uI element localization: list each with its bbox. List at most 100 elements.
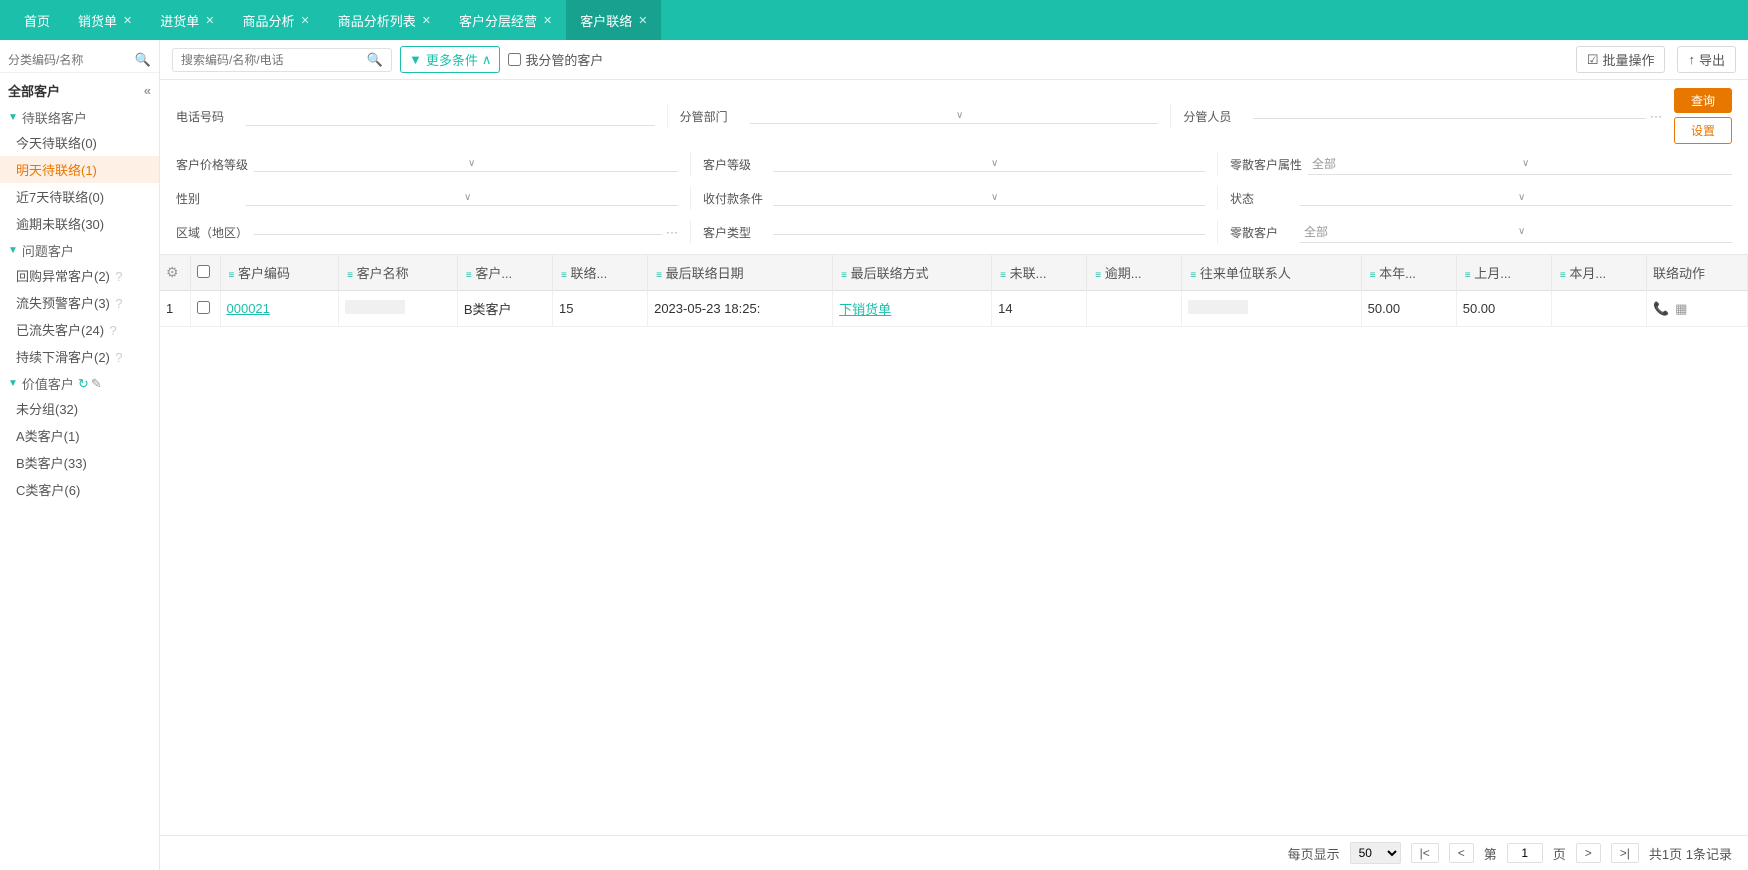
gender-chevron-icon: ∨ <box>464 192 674 203</box>
my-customers-checkbox-label[interactable]: 我分管的客户 <box>508 50 603 69</box>
sidebar-item-ungrouped[interactable]: 未分组(32) <box>0 395 159 422</box>
filter-retail-attr-select[interactable]: 全部 ∨ <box>1308 153 1732 175</box>
cell-company-contacts <box>1182 291 1361 327</box>
filter-status: 状态 ∨ <box>1230 190 1732 207</box>
close-product-analysis-list-icon[interactable]: ✕ <box>422 14 431 27</box>
nav-sales-order[interactable]: 销货单 ✕ <box>64 0 146 40</box>
sort-icon-nc: ≡ <box>1000 270 1006 281</box>
customer-table: ⚙ ≡ 客户编码 ≡ 客户名称 ≡ 客户... ≡ 联络... ≡ 最后联络日期… <box>160 255 1748 327</box>
cell-contacts: 15 <box>552 291 647 327</box>
filter-retail-customer-select[interactable]: 全部 ∨ <box>1300 221 1732 243</box>
qr-action-icon[interactable]: ▦ <box>1675 301 1687 317</box>
per-page-select[interactable]: 50 100 200 <box>1350 842 1401 864</box>
sidebar-item-churn-warning[interactable]: 流失预警客户(3) ? <box>0 289 159 316</box>
close-customer-tier-icon[interactable]: ✕ <box>543 14 552 27</box>
sidebar-item-b-class[interactable]: B类客户(33) <box>0 449 159 476</box>
nav-product-analysis-list[interactable]: 商品分析列表 ✕ <box>324 0 445 40</box>
filter-person-select[interactable] <box>1253 114 1646 119</box>
close-sales-order-icon[interactable]: ✕ <box>123 14 132 27</box>
first-page-button[interactable]: |< <box>1411 843 1439 863</box>
query-button[interactable]: 查询 <box>1674 88 1732 113</box>
help-icon-2: ? <box>115 296 122 311</box>
per-page-label: 每页显示 <box>1288 844 1340 863</box>
nav-customer-contact[interactable]: 客户联络 ✕ <box>566 0 661 40</box>
sidebar-search-icon[interactable]: 🔍 <box>135 52 151 68</box>
cell-this-month <box>1551 291 1646 327</box>
sidebar-item-tomorrow-contact[interactable]: 明天待联络(1) <box>0 156 159 183</box>
select-all-checkbox[interactable] <box>197 265 210 278</box>
sidebar-item-a-class[interactable]: A类客户(1) <box>0 422 159 449</box>
table-settings-icon[interactable]: ⚙ <box>166 264 179 280</box>
my-customers-checkbox[interactable] <box>508 53 521 66</box>
filter-dept-select[interactable]: ∨ <box>750 108 1159 124</box>
main-search-icon[interactable]: 🔍 <box>367 52 383 68</box>
collapse-sidebar-icon[interactable]: « <box>144 83 151 98</box>
phone-action-icon[interactable]: 📞 <box>1653 301 1669 317</box>
close-customer-contact-icon[interactable]: ✕ <box>638 14 647 27</box>
filter-phone-input[interactable] <box>246 107 655 126</box>
cell-index: 1 <box>160 291 190 327</box>
filter-gender-select[interactable]: ∨ <box>246 190 678 206</box>
filter-status-select[interactable]: ∨ <box>1300 190 1732 206</box>
prev-page-button[interactable]: < <box>1449 843 1474 863</box>
sort-icon-cc: ≡ <box>1190 270 1196 281</box>
cell-code[interactable]: 000021 <box>220 291 339 327</box>
edit-icon[interactable]: ✎ <box>91 376 102 392</box>
top-nav: 首页 销货单 ✕ 进货单 ✕ 商品分析 ✕ 商品分析列表 ✕ 客户分层经营 ✕ … <box>0 0 1748 40</box>
export-button[interactable]: ↑ 导出 <box>1677 46 1736 73</box>
filter-customer-level-select[interactable]: ∨ <box>773 156 1205 172</box>
divider-2 <box>1170 104 1171 128</box>
person-more-icon[interactable]: ··· <box>1650 109 1662 123</box>
filter-row-2: 客户价格等级 ∨ 客户等级 ∨ <box>176 150 1732 178</box>
cell-last-month: 50.00 <box>1456 291 1551 327</box>
filter-icon: ▼ <box>409 52 422 67</box>
set-button[interactable]: 设置 <box>1674 117 1732 144</box>
filter-dept: 分管部门 ∨ <box>680 108 1159 125</box>
all-customers-header[interactable]: 全部客户 « <box>0 77 159 104</box>
sidebar-item-c-class[interactable]: C类客户(6) <box>0 476 159 503</box>
cell-checkbox <box>190 291 220 327</box>
filter-price-level-select[interactable]: ∨ <box>254 156 678 172</box>
nav-home[interactable]: 首页 <box>10 0 64 40</box>
help-icon-3: ? <box>109 323 116 338</box>
col-this-year: ≡ 本年... <box>1361 255 1456 291</box>
page-number-input[interactable] <box>1507 843 1543 863</box>
filter-region-select[interactable] <box>254 230 662 235</box>
col-company-contacts: ≡ 往来单位联系人 <box>1182 255 1361 291</box>
filter-customer-type-select[interactable] <box>773 230 1205 235</box>
more-filter-button[interactable]: ▼ 更多条件 ∧ <box>400 46 500 73</box>
sidebar-search-input[interactable] <box>8 53 135 67</box>
refresh-icon[interactable]: ↻ <box>78 376 89 392</box>
sidebar-item-7days-contact[interactable]: 近7天待联络(0) <box>0 183 159 210</box>
nav-product-analysis[interactable]: 商品分析 ✕ <box>228 0 323 40</box>
sidebar-item-repurchase-anomaly[interactable]: 回购异常客户(2) ? <box>0 262 159 289</box>
sidebar-item-churned[interactable]: 已流失客户(24) ? <box>0 316 159 343</box>
last-page-button[interactable]: >| <box>1611 843 1639 863</box>
divider-7 <box>690 220 691 244</box>
close-purchase-order-icon[interactable]: ✕ <box>205 14 214 27</box>
status-chevron-icon: ∨ <box>1518 192 1728 203</box>
sidebar-item-declining[interactable]: 持续下滑客户(2) ? <box>0 343 159 370</box>
cell-last-contact-method[interactable]: 下销货单 <box>833 291 992 327</box>
pending-contact-group[interactable]: ▼ 待联络客户 <box>0 104 159 129</box>
filter-gender: 性别 ∨ <box>176 190 678 207</box>
blurred-contact <box>1188 300 1248 314</box>
footer: 每页显示 50 100 200 |< < 第 页 > >| 共1页 1条记录 <box>160 835 1748 870</box>
main-search-input[interactable] <box>181 53 363 67</box>
problem-customers-group[interactable]: ▼ 问题客户 <box>0 237 159 262</box>
retail-attr-chevron-icon: ∨ <box>1522 158 1728 169</box>
nav-purchase-order[interactable]: 进货单 ✕ <box>146 0 228 40</box>
nav-customer-tier[interactable]: 客户分层经营 ✕ <box>445 0 566 40</box>
sidebar-item-today-contact[interactable]: 今天待联络(0) <box>0 129 159 156</box>
next-page-button[interactable]: > <box>1576 843 1601 863</box>
batch-operation-button[interactable]: ☑ 批量操作 <box>1576 46 1666 73</box>
value-customers-group[interactable]: ▼ 价值客户 ↻ ✎ <box>0 370 159 395</box>
col-this-month: ≡ 本月... <box>1551 255 1646 291</box>
filter-payment-select[interactable]: ∨ <box>773 190 1205 206</box>
divider-5 <box>690 186 691 210</box>
row-checkbox[interactable] <box>197 301 210 314</box>
close-product-analysis-icon[interactable]: ✕ <box>301 14 310 27</box>
sidebar-item-overdue-contact[interactable]: 逾期未联络(30) <box>0 210 159 237</box>
sort-icon-type: ≡ <box>466 270 472 281</box>
region-more-icon[interactable]: ··· <box>666 225 678 239</box>
